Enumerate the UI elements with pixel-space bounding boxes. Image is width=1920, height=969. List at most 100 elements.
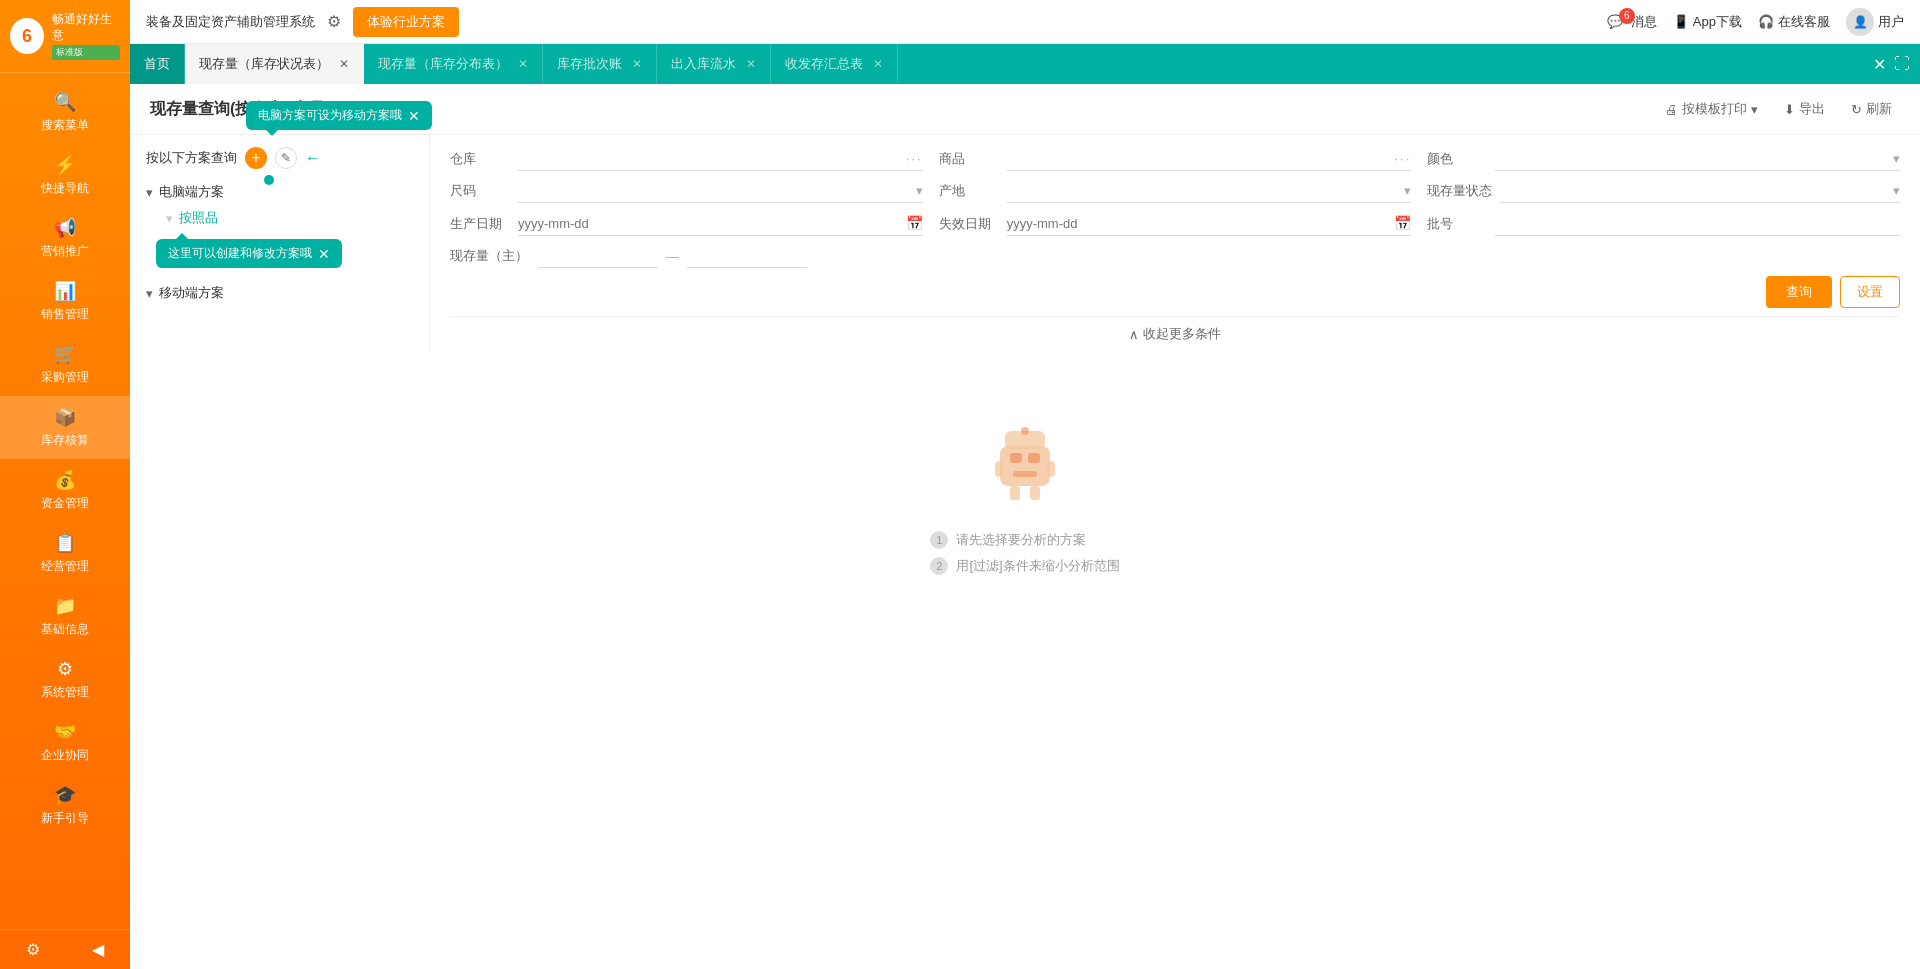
sidebar-item-quick[interactable]: ⚡ 快捷导航 [0, 144, 130, 207]
warehouse-label: 仓库 [450, 150, 510, 168]
color-select[interactable]: ▾ [1495, 147, 1900, 171]
tab-close-all-icon[interactable]: ✕ [1873, 55, 1886, 74]
desktop-scheme-group[interactable]: ▾ 电脑端方案 [146, 179, 413, 205]
prod-date-field[interactable] [518, 216, 906, 231]
tooltip2-close[interactable]: ✕ [318, 246, 330, 262]
prod-date-calendar-icon[interactable]: 📅 [906, 215, 923, 231]
bottom-settings-icon[interactable]: ⚙ [26, 940, 40, 959]
tab-in-out-flow-label: 出入库流水 [671, 55, 736, 73]
tab-fullscreen-icon[interactable]: ⛶ [1894, 55, 1910, 73]
add-scheme-button[interactable]: + [245, 147, 267, 169]
sidebar-item-operations[interactable]: 📋 经营管理 [0, 522, 130, 585]
tab-inventory-dist-close[interactable]: ✕ [518, 57, 528, 71]
tab-batch-ledger-close[interactable]: ✕ [632, 57, 642, 71]
sidebar-item-sales[interactable]: 📊 销售管理 [0, 270, 130, 333]
goods-select[interactable]: ··· [1007, 147, 1412, 171]
refresh-button[interactable]: ↻ 刷新 [1843, 96, 1900, 122]
edit-scheme-button[interactable]: ✎ [275, 147, 297, 169]
tab-in-out-flow-close[interactable]: ✕ [746, 57, 756, 71]
sidebar-item-marketing[interactable]: 📢 营销推广 [0, 207, 130, 270]
basic-icon: 📁 [54, 595, 76, 617]
finance-icon: 💰 [54, 469, 76, 491]
inv-status-select[interactable]: ▾ [1500, 179, 1900, 203]
sidebar-item-label: 快捷导航 [41, 180, 89, 197]
mobile-scheme-group[interactable]: ▾ 移动端方案 [146, 280, 413, 306]
sidebar-item-label: 库存核算 [41, 432, 89, 449]
sidebar-item-system[interactable]: ⚙ 系统管理 [0, 648, 130, 711]
filter-field-batch: 批号 [1427, 211, 1900, 236]
step2-text: 用[过滤]条件来缩小分析范围 [956, 557, 1119, 575]
sidebar-item-finance[interactable]: 💰 资金管理 [0, 459, 130, 522]
filter-header: 按以下方案查询 + ✎ ← 电脑方案可设为移动方案哦 ✕ [146, 147, 413, 169]
sidebar-item-guide[interactable]: 🎓 新手引导 [0, 774, 130, 837]
marketing-icon: 📢 [54, 217, 76, 239]
svg-rect-7 [1030, 486, 1040, 500]
tab-inventory-status-close[interactable]: ✕ [339, 57, 349, 71]
origin-label: 产地 [939, 182, 999, 200]
warehouse-dots[interactable]: ··· [906, 151, 923, 166]
batch-label: 批号 [1427, 215, 1487, 233]
tab-batch-ledger[interactable]: 库存批次账 ✕ [543, 44, 657, 84]
filter-row-4: 现存量（主） — [450, 244, 1900, 268]
sidebar-item-search[interactable]: 🔍 搜索菜单 [0, 81, 130, 144]
exp-date-input[interactable]: 📅 [1007, 211, 1412, 236]
tab-home-label: 首页 [144, 55, 170, 73]
sidebar-item-label: 经营管理 [41, 558, 89, 575]
sidebar-item-label: 新手引导 [41, 810, 89, 827]
tooltip2-text: 这里可以创建和修改方案哦 [168, 245, 312, 262]
exp-date-calendar-icon[interactable]: 📅 [1394, 215, 1411, 231]
sidebar-item-basic[interactable]: 📁 基础信息 [0, 585, 130, 648]
guide-icon: 🎓 [54, 784, 76, 806]
messages-button[interactable]: 💬 6 消息 [1607, 13, 1657, 31]
empty-step-1: 1 请先选择要分析的方案 [930, 531, 1119, 549]
support-button[interactable]: 🎧 在线客服 [1758, 13, 1830, 31]
export-button[interactable]: ⬇ 导出 [1776, 96, 1833, 122]
print-button[interactable]: 🖨 按模板打印 ▾ [1657, 96, 1766, 122]
collapse-button[interactable]: ∧ 收起更多条件 [1129, 325, 1221, 343]
user-button[interactable]: 👤 用户 [1846, 8, 1904, 36]
logo-icon: 6 [10, 18, 44, 54]
svg-rect-5 [1047, 461, 1055, 477]
header-gear-icon[interactable]: ⚙ [327, 12, 341, 31]
tab-home[interactable]: 首页 [130, 44, 185, 84]
tooltip1-close[interactable]: ✕ [408, 108, 420, 124]
size-select[interactable]: ▾ [518, 179, 923, 203]
sidebar-item-inventory[interactable]: 📦 库存核算 [0, 396, 130, 459]
sidebar-item-label: 搜索菜单 [41, 117, 89, 134]
sidebar-item-enterprise[interactable]: 🤝 企业协同 [0, 711, 130, 774]
svg-rect-0 [1000, 446, 1050, 486]
mobile-expand-icon: ▾ [146, 286, 153, 301]
goods-dots[interactable]: ··· [1394, 151, 1411, 166]
back-arrow-icon[interactable]: ← [305, 149, 321, 167]
batch-input[interactable] [1495, 212, 1900, 236]
tab-inventory-status[interactable]: 现存量（库存状况表） ✕ [185, 44, 364, 84]
warehouse-select[interactable]: ··· [518, 147, 923, 171]
support-icon: 🎧 [1758, 14, 1774, 29]
tab-inventory-dist[interactable]: 现存量（库存分布表） ✕ [364, 44, 543, 84]
query-button[interactable]: 查询 [1766, 276, 1832, 308]
color-label: 颜色 [1427, 150, 1487, 168]
user-label: 用户 [1878, 13, 1904, 31]
tooltip1-container: 电脑方案可设为移动方案哦 ✕ [246, 101, 432, 130]
inv-qty-max-input[interactable] [687, 244, 807, 268]
origin-select[interactable]: ▾ [1007, 179, 1412, 203]
filter-row-2: 尺码 ▾ 产地 ▾ 现存量状态 [450, 179, 1900, 203]
tab-recv-summary-close[interactable]: ✕ [873, 57, 883, 71]
reset-button[interactable]: 设置 [1840, 276, 1900, 308]
inv-qty-min-input[interactable] [538, 244, 658, 268]
tab-in-out-flow[interactable]: 出入库流水 ✕ [657, 44, 771, 84]
prod-date-input[interactable]: 📅 [518, 211, 923, 236]
tab-recv-summary[interactable]: 收发存汇总表 ✕ [771, 44, 898, 84]
bottom-collapse-icon[interactable]: ◀ [92, 940, 104, 959]
sidebar-item-purchase[interactable]: 🛒 采购管理 [0, 333, 130, 396]
item-expand-icon: ▾ [166, 211, 173, 226]
enterprise-icon: 🤝 [54, 721, 76, 743]
quick-icon: ⚡ [54, 154, 76, 176]
app-download-button[interactable]: 📱 App下载 [1673, 13, 1742, 31]
sys-name: 装备及固定资产辅助管理系统 [146, 13, 315, 31]
empty-steps: 1 请先选择要分析的方案 2 用[过滤]条件来缩小分析范围 [930, 531, 1119, 583]
filter-field-origin: 产地 ▾ [939, 179, 1412, 203]
desktop-scheme-item[interactable]: ▾ 按照品 [166, 205, 413, 231]
industry-plan-button[interactable]: 体验行业方案 [353, 7, 459, 37]
exp-date-field[interactable] [1007, 216, 1395, 231]
